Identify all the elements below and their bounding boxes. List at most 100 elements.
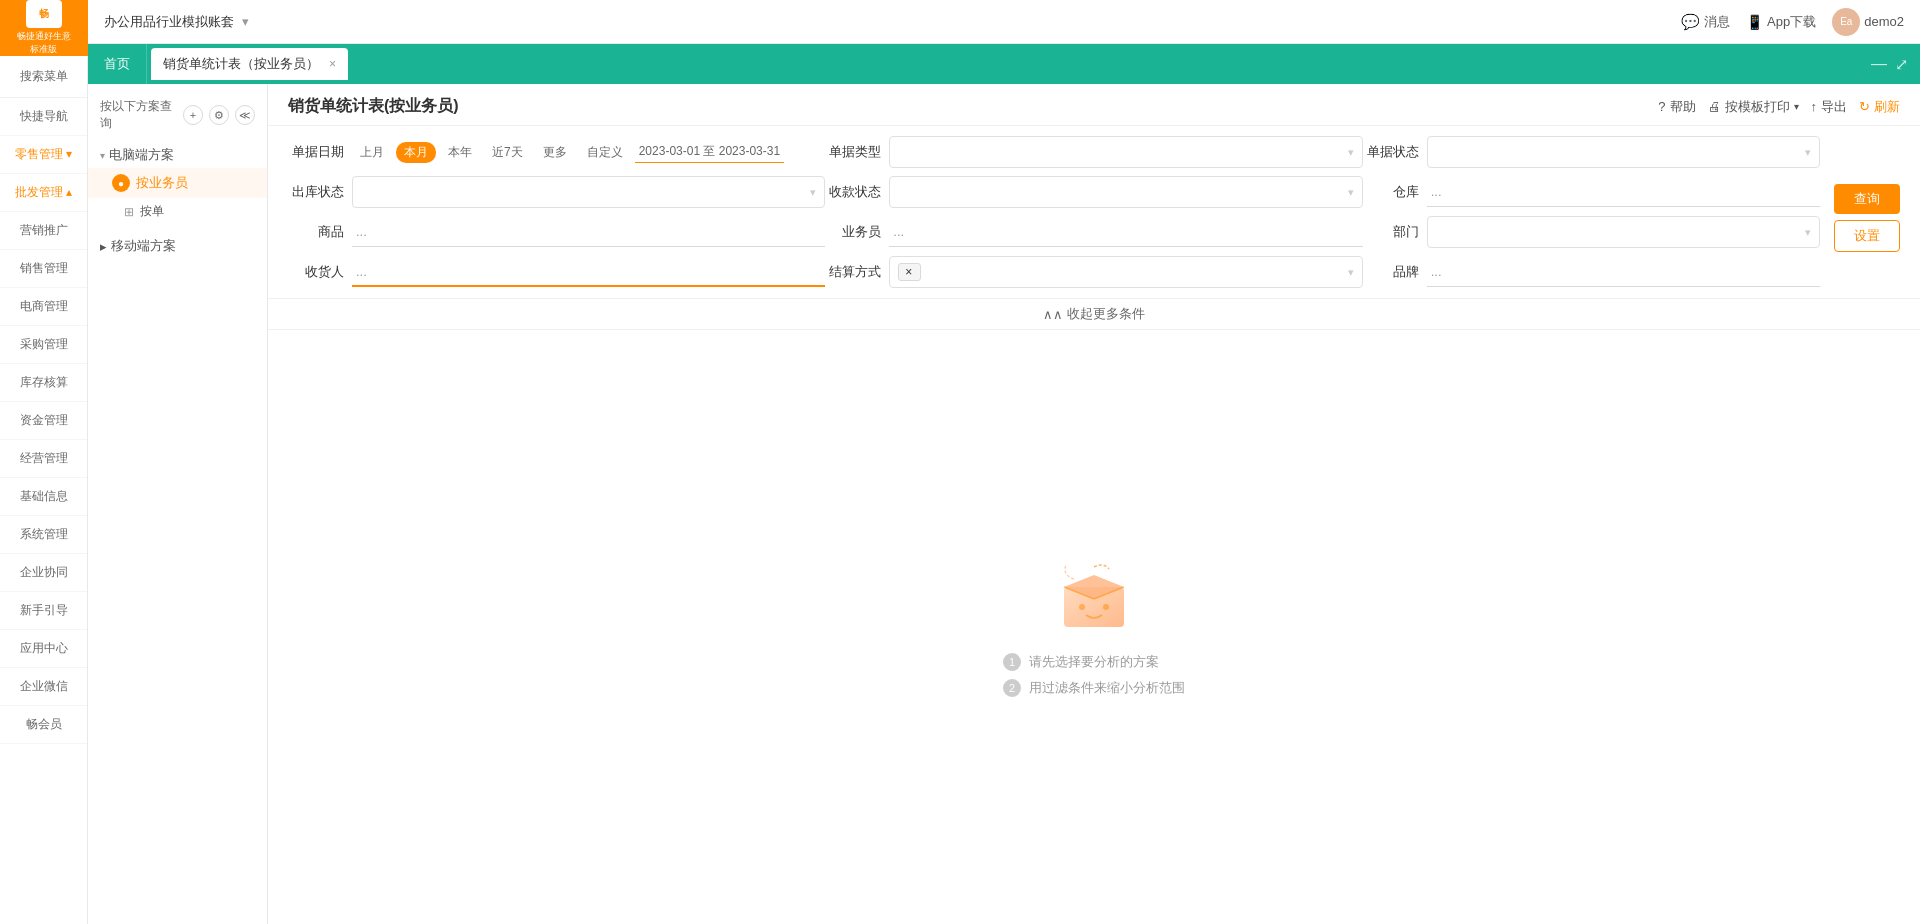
date-range-display[interactable]: 2023-03-01 至 2023-03-31 — [635, 141, 784, 163]
tab-minimize-icon[interactable]: — — [1871, 55, 1887, 73]
dept-select[interactable]: ▾ — [1427, 216, 1820, 248]
goods-input[interactable]: ... — [352, 217, 825, 247]
user-menu[interactable]: Ea demo2 — [1832, 8, 1904, 36]
sidebar-shortcut[interactable]: 快捷导航 — [0, 98, 87, 136]
dept-label: 部门 — [1363, 223, 1419, 241]
scheme-by-salesperson[interactable]: ● 按业务员 — [88, 168, 267, 198]
export-btn[interactable]: ↑ 导出 — [1811, 98, 1848, 116]
add-scheme-btn[interactable]: + — [183, 105, 203, 125]
topbar-right: 💬 消息 📱 App下载 Ea demo2 — [1681, 8, 1904, 36]
empty-tip-1: 1 请先选择要分析的方案 — [1003, 653, 1185, 671]
filter-doc-status: 单据状态 ▾ — [1363, 136, 1900, 168]
sidebar-item-collab[interactable]: 企业协同 — [0, 554, 87, 592]
tip-1-num: 1 — [1003, 653, 1021, 671]
tip-2-text: 用过滤条件来缩小分析范围 — [1029, 679, 1185, 697]
date-tab-this-year[interactable]: 本年 — [440, 142, 480, 163]
help-icon: ? — [1658, 99, 1665, 114]
filter-row-4: 收货人 ... 结算方式 × ▾ — [268, 256, 1920, 298]
msg-btn[interactable]: 💬 消息 — [1681, 13, 1730, 31]
consignee-input[interactable]: ... — [352, 257, 825, 287]
print-label: 按模板打印 — [1725, 98, 1790, 116]
pc-scheme-label: 电脑端方案 — [109, 146, 174, 164]
app-download-btn[interactable]: 📱 App下载 — [1746, 13, 1816, 31]
svg-point-4 — [1079, 604, 1085, 610]
dept-arrow: ▾ — [1805, 226, 1811, 239]
msg-icon: 💬 — [1681, 13, 1700, 31]
date-tab-custom[interactable]: 自定义 — [579, 142, 631, 163]
sidebar-item-marketing[interactable]: 营销推广 — [0, 212, 87, 250]
tab-home[interactable]: 首页 — [88, 44, 147, 84]
sidebar-item-basic[interactable]: 基础信息 — [0, 478, 87, 516]
search-menu-btn[interactable]: 搜索菜单 — [0, 56, 87, 98]
scheme-by-order[interactable]: ⊞ 按单 — [88, 198, 267, 225]
sidebar-item-apps[interactable]: 应用中心 — [0, 630, 87, 668]
sidebar-item-wechat[interactable]: 企业微信 — [0, 668, 87, 706]
tab-active[interactable]: 销货单统计表（按业务员） × — [151, 48, 348, 80]
salesperson-label: 业务员 — [825, 223, 881, 241]
sidebar-item-purchase[interactable]: 采购管理 — [0, 326, 87, 364]
date-tab-more[interactable]: 更多 — [535, 142, 575, 163]
settle-method-label: 结算方式 — [825, 263, 881, 281]
doc-status-select[interactable]: ▾ — [1427, 136, 1820, 168]
action-buttons: 查询 设置 — [1834, 184, 1900, 252]
filter-salesperson: 业务员 ... — [825, 217, 1362, 247]
setting-button[interactable]: 设置 — [1834, 220, 1900, 252]
filter-warehouse: 仓库 ... — [1363, 177, 1900, 207]
left-panel-header: 按以下方案查询 + ⚙ ≪ — [88, 92, 267, 138]
warehouse-input[interactable]: ... — [1427, 177, 1820, 207]
sidebar-item-sales[interactable]: 销售管理 — [0, 250, 87, 288]
print-btn[interactable]: 🖨 按模板打印 ▾ — [1708, 98, 1799, 116]
filter-row-3: 商品 ... 业务员 ... 部门 — [268, 216, 1920, 256]
filter-section: 单据日期 上月 本月 本年 近7天 更多 自定义 2023-03-01 至 20… — [268, 126, 1920, 330]
query-button[interactable]: 查询 — [1834, 184, 1900, 214]
doc-type-arrow: ▾ — [1348, 146, 1354, 159]
sidebar-item-member[interactable]: 畅会员 — [0, 706, 87, 744]
sidebar-item-operation[interactable]: 经营管理 — [0, 440, 87, 478]
search-menu-label[interactable]: 搜索菜单 — [0, 64, 87, 89]
pc-scheme-arrow: ▾ — [100, 150, 105, 161]
date-tab-last-month[interactable]: 上月 — [352, 142, 392, 163]
edit-scheme-btn[interactable]: ⚙ — [209, 105, 229, 125]
sidebar-item-retail[interactable]: 零售管理 ▾ — [0, 136, 87, 174]
page-actions: ? 帮助 🖨 按模板打印 ▾ ↑ 导出 ↻ 刷新 — [1658, 98, 1900, 116]
settle-method-x[interactable]: × — [905, 265, 912, 279]
collapse-btn[interactable]: ∧∧ 收起更多条件 — [1043, 305, 1145, 323]
settle-method-select[interactable]: × ▾ — [889, 256, 1362, 288]
doc-status-arrow: ▾ — [1805, 146, 1811, 159]
tab-close-icon[interactable]: × — [329, 57, 336, 71]
collapse-bar: ∧∧ 收起更多条件 — [268, 298, 1920, 329]
out-status-arrow: ▾ — [810, 186, 816, 199]
date-tab-7days[interactable]: 近7天 — [484, 142, 531, 163]
empty-illustration — [1044, 557, 1144, 637]
help-btn[interactable]: ? 帮助 — [1658, 98, 1695, 116]
collapse-panel-btn[interactable]: ≪ — [235, 105, 255, 125]
filter-dept: 部门 ▾ — [1363, 216, 1900, 248]
brand-input[interactable]: ... — [1427, 257, 1820, 287]
tab-maximize-icon[interactable]: ⤢ — [1895, 55, 1908, 74]
doc-type-select[interactable]: ▾ — [889, 136, 1362, 168]
sidebar-item-newbie[interactable]: 新手引导 — [0, 592, 87, 630]
mobile-scheme-group[interactable]: ▸ 移动端方案 — [88, 233, 267, 259]
date-controls: 上月 本月 本年 近7天 更多 自定义 2023-03-01 至 2023-03… — [352, 141, 825, 163]
app-download-icon: 📱 — [1746, 14, 1763, 30]
sidebar-item-finance[interactable]: 资金管理 — [0, 402, 87, 440]
right-panel: 销货单统计表(按业务员) ? 帮助 🖨 按模板打印 ▾ ↑ 导出 — [268, 84, 1920, 924]
sidebar-item-ecommerce[interactable]: 电商管理 — [0, 288, 87, 326]
settle-method-arrow: ▾ — [1348, 266, 1354, 279]
recv-status-select[interactable]: ▾ — [889, 176, 1362, 208]
sidebar-item-wholesale[interactable]: 批发管理 ▴ — [0, 174, 87, 212]
logo[interactable]: 畅 畅捷通好生意 标准版 — [0, 0, 88, 56]
mobile-scheme-label: 移动端方案 — [111, 237, 176, 255]
refresh-btn[interactable]: ↻ 刷新 — [1859, 98, 1900, 116]
page-title: 销货单统计表(按业务员) — [288, 96, 459, 117]
sidebar-item-inventory[interactable]: 库存核算 — [0, 364, 87, 402]
pc-scheme-group[interactable]: ▾ 电脑端方案 — [88, 142, 267, 168]
out-status-select[interactable]: ▾ — [352, 176, 825, 208]
tabbar-actions: — ⤢ — [1871, 55, 1920, 74]
consignee-label: 收货人 — [288, 263, 344, 281]
sidebar-item-system[interactable]: 系统管理 — [0, 516, 87, 554]
salesperson-input[interactable]: ... — [889, 217, 1362, 247]
content-area: 按以下方案查询 + ⚙ ≪ ▾ 电脑端方案 ● 按业务员 ⊞ 按单 — [88, 84, 1920, 924]
breadcrumb-dropdown-icon[interactable]: ▾ — [242, 14, 249, 29]
date-tab-this-month[interactable]: 本月 — [396, 142, 436, 163]
